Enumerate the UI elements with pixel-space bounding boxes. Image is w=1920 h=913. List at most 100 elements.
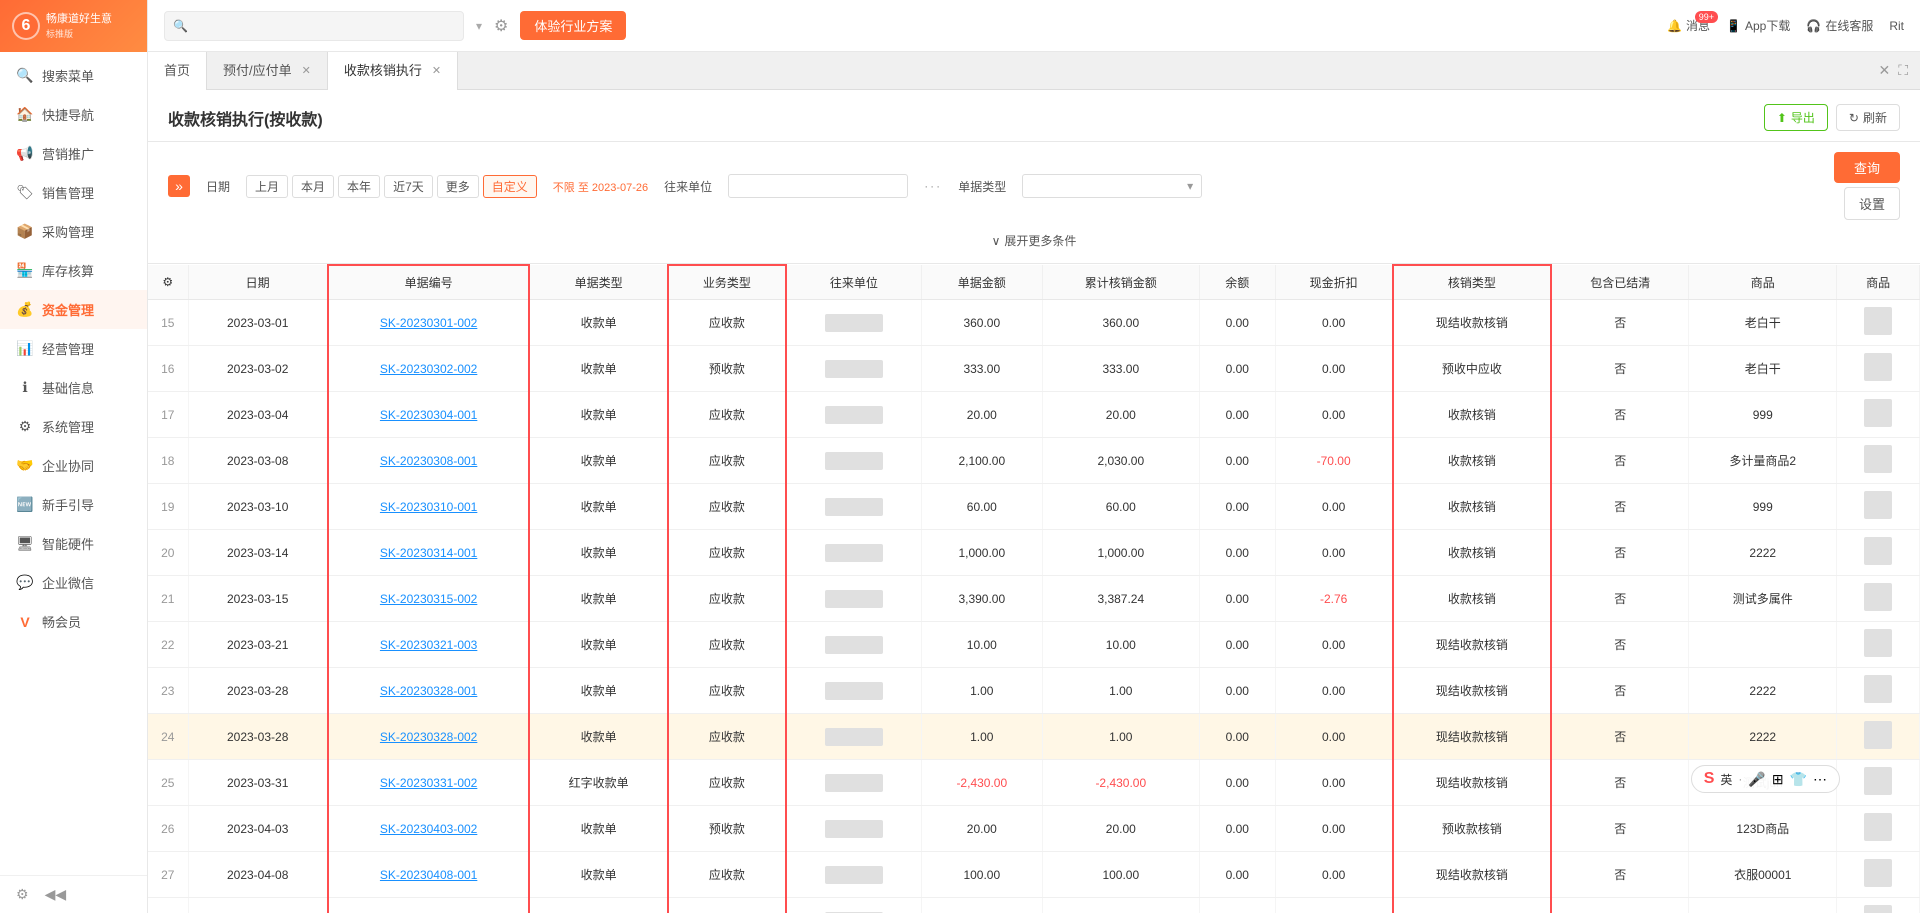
table-row[interactable]: 20 2023-03-14 SK-20230314-001 收款单 应收款 **…	[148, 530, 1920, 576]
tab-prepay[interactable]: 预付/应付单 ✕	[207, 52, 328, 90]
cell-date: 2023-03-04	[188, 392, 328, 438]
app-download-btn[interactable]: 📱 App下载	[1726, 17, 1790, 34]
sidebar-item-operations[interactable]: 📊 经营管理	[0, 329, 147, 368]
sidebar-item-member[interactable]: V 畅会员	[0, 602, 147, 641]
table-row[interactable]: 28 2023-04-18 SK-20230418-001 收款单 应收款 **…	[148, 898, 1920, 913]
col-product[interactable]: 商品	[1689, 265, 1837, 300]
table-row[interactable]: 23 2023-03-28 SK-20230328-001 收款单 应收款 **…	[148, 668, 1920, 714]
tab-collection-label: 收款核销执行	[344, 52, 422, 90]
tab-expand-icon[interactable]: ⛶	[1898, 62, 1908, 79]
custom-date-btn[interactable]: 自定义	[483, 175, 537, 198]
col-doc-no[interactable]: 单据编号	[328, 265, 530, 300]
tab-close-all-icon[interactable]: ✕	[1878, 62, 1890, 79]
table-row[interactable]: 21 2023-03-15 SK-20230315-002 收款单 应收款 **…	[148, 576, 1920, 622]
last-month-btn[interactable]: 上月	[246, 175, 288, 198]
col-doc-type[interactable]: 单据类型	[529, 265, 667, 300]
cell-doc-no[interactable]: SK-20230418-001	[328, 898, 530, 913]
sidebar-item-finance[interactable]: 💰 资金管理	[0, 290, 147, 329]
col-settled[interactable]: 包含已结清	[1551, 265, 1689, 300]
this-year-btn[interactable]: 本年	[338, 175, 380, 198]
sidebar-item-purchase[interactable]: 📦 采购管理	[0, 212, 147, 251]
tab-home[interactable]: 首页	[148, 52, 207, 90]
sidebar-item-system[interactable]: ⚙ 系统管理	[0, 407, 147, 446]
table-row[interactable]: 17 2023-03-04 SK-20230304-001 收款单 应收款 **…	[148, 392, 1920, 438]
col-balance[interactable]: 余额	[1199, 265, 1275, 300]
collapse-icon[interactable]: ◀◀	[45, 886, 67, 903]
filter-expand-btn[interactable]: ∨ 展开更多条件	[168, 228, 1900, 253]
dropdown-arrow-icon[interactable]: ▾	[476, 19, 482, 33]
col-verified[interactable]: 累计核销金额	[1042, 265, 1199, 300]
tab-prepay-close[interactable]: ✕	[302, 52, 311, 90]
sidebar-item-search[interactable]: 🔍 搜索菜单	[0, 56, 147, 95]
table-row[interactable]: 22 2023-03-21 SK-20230321-003 收款单 应收款 **…	[148, 622, 1920, 668]
sidebar-item-basic[interactable]: ℹ 基础信息	[0, 368, 147, 407]
table-row[interactable]: 19 2023-03-10 SK-20230310-001 收款单 应收款 **…	[148, 484, 1920, 530]
table-row[interactable]: 18 2023-03-08 SK-20230308-001 收款单 应收款 **…	[148, 438, 1920, 484]
last-7days-btn[interactable]: 近7天	[384, 175, 433, 198]
cell-doc-no[interactable]: SK-20230408-001	[328, 852, 530, 898]
col-discount[interactable]: 现金折扣	[1275, 265, 1392, 300]
tab-collection-close[interactable]: ✕	[432, 52, 441, 90]
col-verify-type[interactable]: 核销类型	[1393, 265, 1552, 300]
cell-doc-no[interactable]: SK-20230302-002	[328, 346, 530, 392]
query-btn[interactable]: 查询	[1834, 152, 1900, 183]
extend-icon[interactable]: ⋯	[1813, 771, 1827, 788]
doc-type-select[interactable]: ▾	[1022, 174, 1202, 198]
sidebar-item-guide[interactable]: 🆕 新手引导	[0, 485, 147, 524]
col-gear[interactable]: ⚙	[148, 265, 188, 300]
this-month-btn[interactable]: 本月	[292, 175, 334, 198]
sidebar-item-marketing[interactable]: 📢 营销推广	[0, 134, 147, 173]
col-biz-type[interactable]: 业务类型	[668, 265, 786, 300]
cell-index: 27	[148, 852, 188, 898]
sidebar-item-collab[interactable]: 🤝 企业协同	[0, 446, 147, 485]
tab-collection-exec[interactable]: 收款核销执行 ✕	[328, 52, 458, 90]
industry-btn[interactable]: 体验行业方案	[520, 11, 626, 40]
col-product-img[interactable]: 商品	[1837, 265, 1920, 300]
refresh-btn[interactable]: ↻ 刷新	[1836, 104, 1900, 131]
table-row[interactable]: 16 2023-03-02 SK-20230302-002 收款单 预收款 **…	[148, 346, 1920, 392]
cell-doc-no[interactable]: SK-20230310-001	[328, 484, 530, 530]
filter-toggle-btn[interactable]: »	[168, 175, 190, 197]
table-row[interactable]: 25 2023-03-31 SK-20230331-002 红字收款单 应收款 …	[148, 760, 1920, 806]
more-date-btn[interactable]: 更多	[437, 175, 479, 198]
cell-doc-no[interactable]: SK-20230301-002	[328, 300, 530, 346]
col-amount[interactable]: 单据金额	[921, 265, 1042, 300]
cell-doc-no[interactable]: SK-20230403-002	[328, 806, 530, 852]
settings-btn[interactable]: 设置	[1844, 187, 1900, 220]
online-service-btn[interactable]: 🎧 在线客服	[1806, 17, 1873, 34]
col-date[interactable]: 日期	[188, 265, 328, 300]
cell-doc-no[interactable]: SK-20230304-001	[328, 392, 530, 438]
gear-icon[interactable]: ⚙	[494, 16, 508, 36]
sidebar-item-sales[interactable]: 🏷 销售管理	[0, 173, 147, 212]
sidebar-item-hardware[interactable]: 🖥 智能硬件	[0, 524, 147, 563]
table-row[interactable]: 24 2023-03-28 SK-20230328-002 收款单 应收款 **…	[148, 714, 1920, 760]
shirt-icon[interactable]: 👕	[1790, 771, 1807, 788]
cell-doc-no[interactable]: SK-20230321-003	[328, 622, 530, 668]
filter-dots[interactable]: ···	[924, 179, 942, 193]
cell-doc-no[interactable]: SK-20230328-001	[328, 668, 530, 714]
cell-doc-no[interactable]: SK-20230331-002	[328, 760, 530, 806]
table-row[interactable]: 26 2023-04-03 SK-20230403-002 收款单 预收款 **…	[148, 806, 1920, 852]
cell-amount: 100.00	[921, 898, 1042, 913]
cell-doc-no[interactable]: SK-20230315-002	[328, 576, 530, 622]
notifications-btn[interactable]: 🔔 消息 99+	[1667, 17, 1710, 34]
sidebar-item-wechat[interactable]: 💬 企业微信	[0, 563, 147, 602]
cell-index: 19	[148, 484, 188, 530]
cell-date: 2023-04-03	[188, 806, 328, 852]
sidebar-item-shortcut[interactable]: 🏠 快捷导航	[0, 95, 147, 134]
col-partner[interactable]: 往来单位	[786, 265, 921, 300]
cell-index: 16	[148, 346, 188, 392]
cell-doc-no[interactable]: SK-20230308-001	[328, 438, 530, 484]
export-btn[interactable]: ⬆ 导出	[1764, 104, 1828, 131]
grid-icon[interactable]: ⊞	[1772, 771, 1784, 788]
cell-product-img	[1837, 438, 1920, 484]
settings-icon[interactable]: ⚙	[16, 886, 29, 903]
table-row[interactable]: 15 2023-03-01 SK-20230301-002 收款单 应收款 **…	[148, 300, 1920, 346]
sidebar-item-inventory[interactable]: 🏪 库存核算	[0, 251, 147, 290]
mic-icon[interactable]: 🎤	[1748, 771, 1765, 788]
cell-doc-no[interactable]: SK-20230328-002	[328, 714, 530, 760]
partner-input[interactable]	[728, 174, 908, 198]
cell-doc-no[interactable]: SK-20230314-001	[328, 530, 530, 576]
header-search-bar[interactable]: 🔍	[164, 11, 464, 41]
table-row[interactable]: 27 2023-04-08 SK-20230408-001 收款单 应收款 **…	[148, 852, 1920, 898]
